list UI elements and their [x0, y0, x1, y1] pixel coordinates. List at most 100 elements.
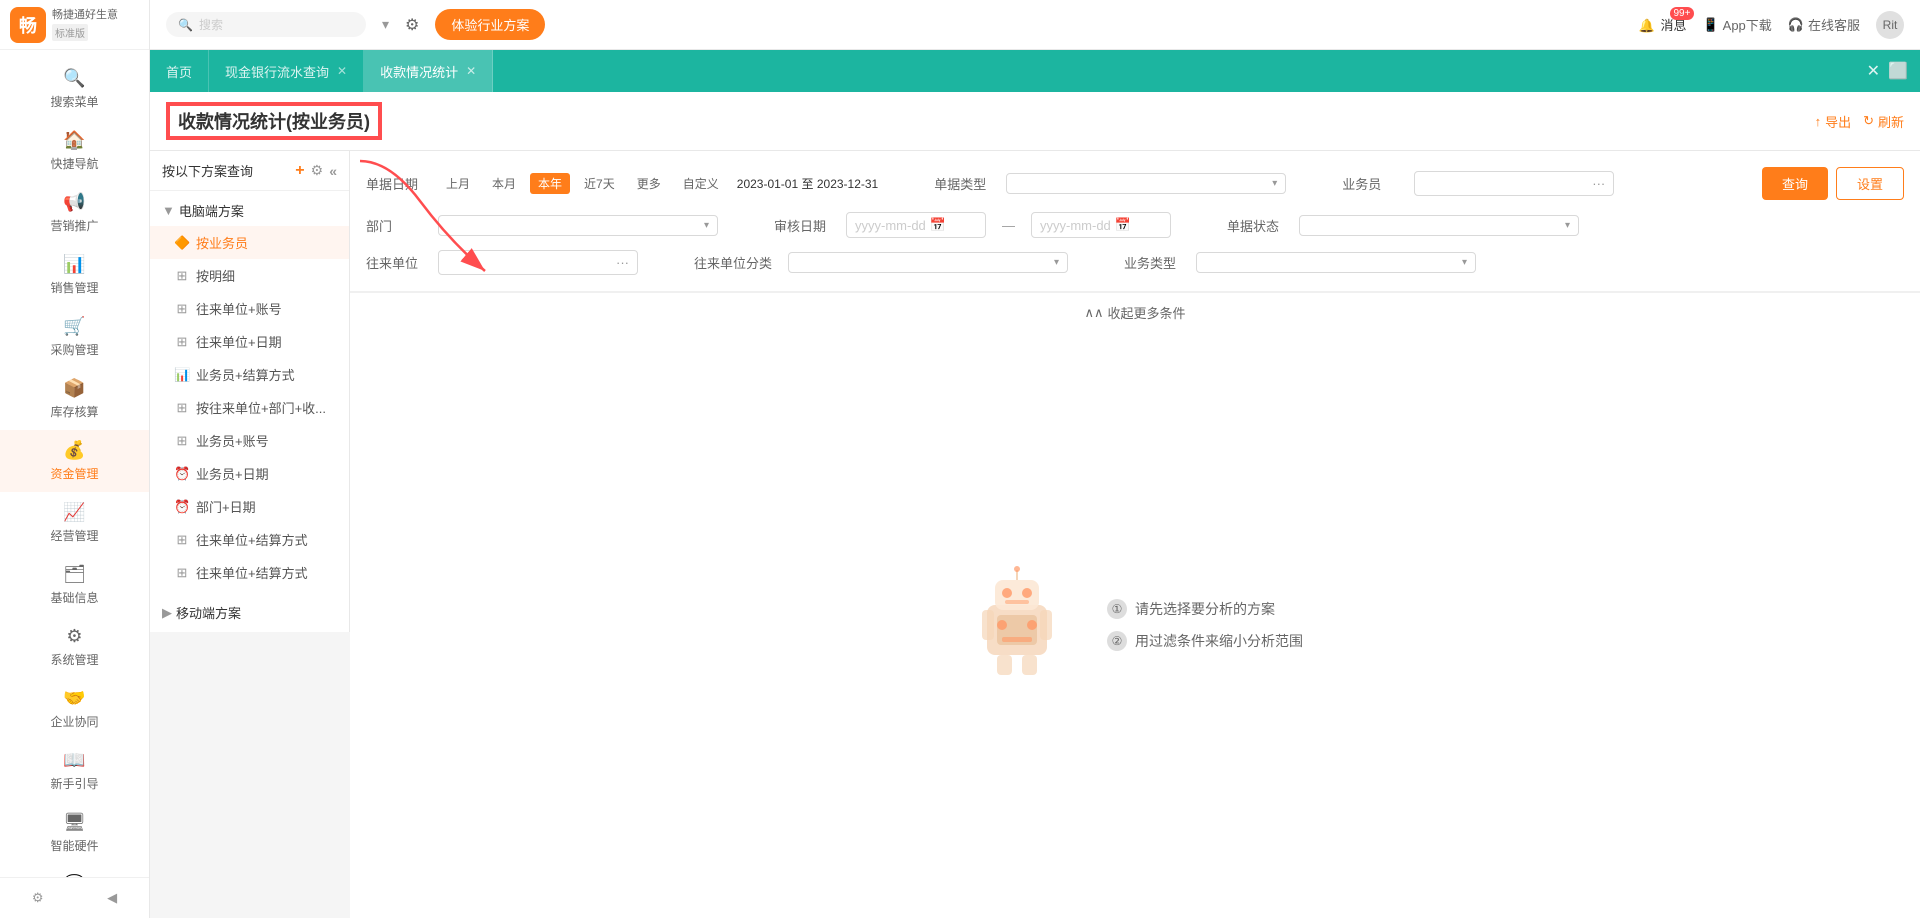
sidebar-item-smart-hw[interactable]: 🖥 智能硬件 [0, 802, 149, 864]
sidebar-item-corp-collab[interactable]: 🤝 企业协同 [0, 678, 149, 740]
export-button[interactable]: ↑ 导出 [1815, 112, 1852, 131]
scheme-group-desktop-title[interactable]: ▼ 电脑端方案 [150, 195, 349, 226]
footer-settings-icon[interactable]: ⚙ [32, 890, 44, 906]
date-btn-more[interactable]: 更多 [629, 173, 669, 194]
sidebar-item-search[interactable]: 🔍 搜索菜单 [0, 58, 149, 120]
counterpart-category-chevron: ▾ [1054, 257, 1059, 268]
bill-type-select[interactable]: ▾ [1006, 173, 1286, 194]
export-icon: ↑ [1815, 114, 1822, 129]
settings-icon: ⚙ [66, 626, 82, 647]
query-button[interactable]: 查询 [1762, 167, 1828, 200]
scheme-item-counterpart-date[interactable]: ⊞ 往来单位+日期 [150, 325, 349, 358]
scheme-item-by-salesperson[interactable]: 🔶 按业务员 [150, 226, 349, 259]
dept-label: 部门 [366, 216, 422, 235]
chevron-right-icon: ▶ [162, 605, 172, 621]
biz-type-chevron: ▾ [1462, 257, 1467, 268]
salesperson-scheme-icon: 🔶 [174, 235, 190, 251]
topbar-dropdown-icon[interactable]: ▾ [382, 16, 389, 33]
sidebar-item-corp-wechat[interactable]: 💬 企业微信 [0, 864, 149, 877]
audit-date-start-picker[interactable]: yyyy-mm-dd 📅 [846, 212, 986, 238]
date-quick-buttons: 上月 本月 本年 近7天 更多 自定义 2023-01-01 至 2023-12… [438, 173, 878, 194]
salesperson-select[interactable]: ··· [1414, 171, 1614, 196]
filter-action-group: 查询 设置 [1762, 167, 1904, 200]
dept-chevron: ▾ [704, 220, 709, 231]
scheme-item-counterpart-account[interactable]: ⊞ 往来单位+账号 [150, 292, 349, 325]
counterpart-label: 往来单位 [366, 253, 422, 272]
topbar-gear-icon[interactable]: ⚙ [405, 15, 419, 35]
biz-type-label: 业务类型 [1124, 253, 1180, 272]
sidebar-item-quick-nav[interactable]: 🏠 快捷导航 [0, 120, 149, 182]
sidebar-item-purchase[interactable]: 🛒 采购管理 [0, 306, 149, 368]
scheme-add-icon[interactable]: + [295, 162, 304, 180]
scheme-item-by-counterpart-dept[interactable]: ⊞ 按往来单位+部门+收... [150, 391, 349, 424]
user-avatar[interactable]: Rit [1876, 11, 1904, 39]
sidebar-item-new-guide[interactable]: 📖 新手引导 [0, 740, 149, 802]
date-btn-7days[interactable]: 近7天 [576, 173, 623, 194]
tab-bank-flow[interactable]: 现金银行流水查询 ✕ [209, 50, 364, 92]
online-service-btn[interactable]: 🎧 在线客服 [1788, 15, 1860, 34]
sidebar-item-operations[interactable]: 📈 经营管理 [0, 492, 149, 554]
footer-collapse-icon[interactable]: ◀ [107, 890, 117, 906]
app-download-btn[interactable]: 📱 App下载 [1702, 15, 1771, 34]
tab-close-bank-flow[interactable]: ✕ [337, 64, 347, 78]
scheme-group-desktop: ▼ 电脑端方案 🔶 按业务员 ⊞ 按明细 ⊞ [150, 191, 349, 593]
scheme-item-by-detail[interactable]: ⊞ 按明细 [150, 259, 349, 292]
tab-collection-stats[interactable]: 收款情况统计 ✕ [364, 50, 493, 92]
scheme-item-salesperson-settlement[interactable]: 📊 业务员+结算方式 [150, 358, 349, 391]
tip-num-2: ② [1107, 631, 1127, 651]
counterpart-dept-icon: ⊞ [174, 400, 190, 416]
content-area: 按以下方案查询 + ⚙ « ▼ 电脑端方案 [150, 151, 1920, 918]
date-btn-last-month[interactable]: 上月 [438, 173, 478, 194]
salesperson-dots[interactable]: ··· [1592, 176, 1605, 191]
scheme-item-dept-date[interactable]: ⏰ 部门+日期 [150, 490, 349, 523]
sidebar-item-system[interactable]: ⚙ 系统管理 [0, 616, 149, 678]
page-title-wrapper: 收款情况统计(按业务员) [166, 102, 382, 140]
scheme-group-mobile: ▶ 移动端方案 [150, 593, 349, 632]
notification-button[interactable]: 🔔 消息 99+ [1639, 15, 1687, 34]
counterpart-settlement1-icon: ⊞ [174, 532, 190, 548]
tab-home[interactable]: 首页 [150, 50, 209, 92]
date-label: 单据日期 [366, 174, 422, 193]
scheme-item-counterpart-settlement1[interactable]: ⊞ 往来单位+结算方式 [150, 523, 349, 556]
trial-industry-button[interactable]: 体验行业方案 [435, 9, 545, 40]
date-btn-custom[interactable]: 自定义 [675, 173, 727, 194]
date-range-display: 2023-01-01 至 2023-12-31 [737, 175, 878, 192]
topbar-search-box[interactable]: 🔍 搜索 [166, 12, 366, 37]
biz-type-select[interactable]: ▾ [1196, 252, 1476, 273]
scheme-collapse-icon[interactable]: « [329, 163, 337, 179]
sidebar-item-inventory[interactable]: 📦 库存核算 [0, 368, 149, 430]
empty-tips: ① 请先选择要分析的方案 ② 用过滤条件来缩小分析范围 [1107, 599, 1303, 651]
setting-button[interactable]: 设置 [1836, 167, 1904, 200]
scheme-item-salesperson-account[interactable]: ⊞ 业务员+账号 [150, 424, 349, 457]
sidebar-item-base-info[interactable]: 🗂 基础信息 [0, 554, 149, 616]
tab-minimize-icon[interactable]: ✕ [1867, 61, 1880, 81]
counterpart-category-select[interactable]: ▾ [788, 252, 1068, 273]
sidebar-item-finance[interactable]: 💰 资金管理 [0, 430, 149, 492]
headset-icon: 🎧 [1788, 17, 1804, 33]
robot-illustration: ① 请先选择要分析的方案 ② 用过滤条件来缩小分析范围 [967, 565, 1303, 685]
page-header: 收款情况统计(按业务员) ↑ 导出 ↻ 刷新 [150, 92, 1920, 151]
counterpart-select[interactable]: ··· [438, 250, 638, 275]
audit-date-label: 审核日期 [774, 216, 830, 235]
date-btn-this-year[interactable]: 本年 [530, 173, 570, 194]
bill-status-select[interactable]: ▾ [1299, 215, 1579, 236]
scheme-item-salesperson-date[interactable]: ⏰ 业务员+日期 [150, 457, 349, 490]
scheme-item-counterpart-settlement2[interactable]: ⊞ 往来单位+结算方式 [150, 556, 349, 589]
dept-select[interactable]: ▾ [438, 215, 718, 236]
audit-date-end-picker[interactable]: yyyy-mm-dd 📅 [1031, 212, 1171, 238]
megaphone-icon: 📢 [63, 192, 85, 213]
tip-text-2: 用过滤条件来缩小分析范围 [1135, 631, 1303, 651]
date-btn-this-month[interactable]: 本月 [484, 173, 524, 194]
scheme-settings-icon[interactable]: ⚙ [311, 162, 324, 179]
sidebar-item-sales[interactable]: 📊 销售管理 [0, 244, 149, 306]
tab-close-collection-stats[interactable]: ✕ [466, 64, 476, 78]
counterpart-dots[interactable]: ··· [616, 255, 629, 270]
sidebar-item-marketing[interactable]: 📢 营销推广 [0, 182, 149, 244]
salesperson-label: 业务员 [1342, 174, 1398, 193]
counterpart-settlement2-icon: ⊞ [174, 565, 190, 581]
tab-maximize-icon[interactable]: ⬜ [1888, 61, 1908, 81]
scheme-group-mobile-title[interactable]: ▶ 移动端方案 [150, 597, 349, 628]
collapse-filter-button[interactable]: ∧∧ 收起更多条件 [350, 292, 1920, 332]
refresh-button[interactable]: ↻ 刷新 [1863, 112, 1904, 131]
notification-label: 消息 [1660, 18, 1686, 33]
